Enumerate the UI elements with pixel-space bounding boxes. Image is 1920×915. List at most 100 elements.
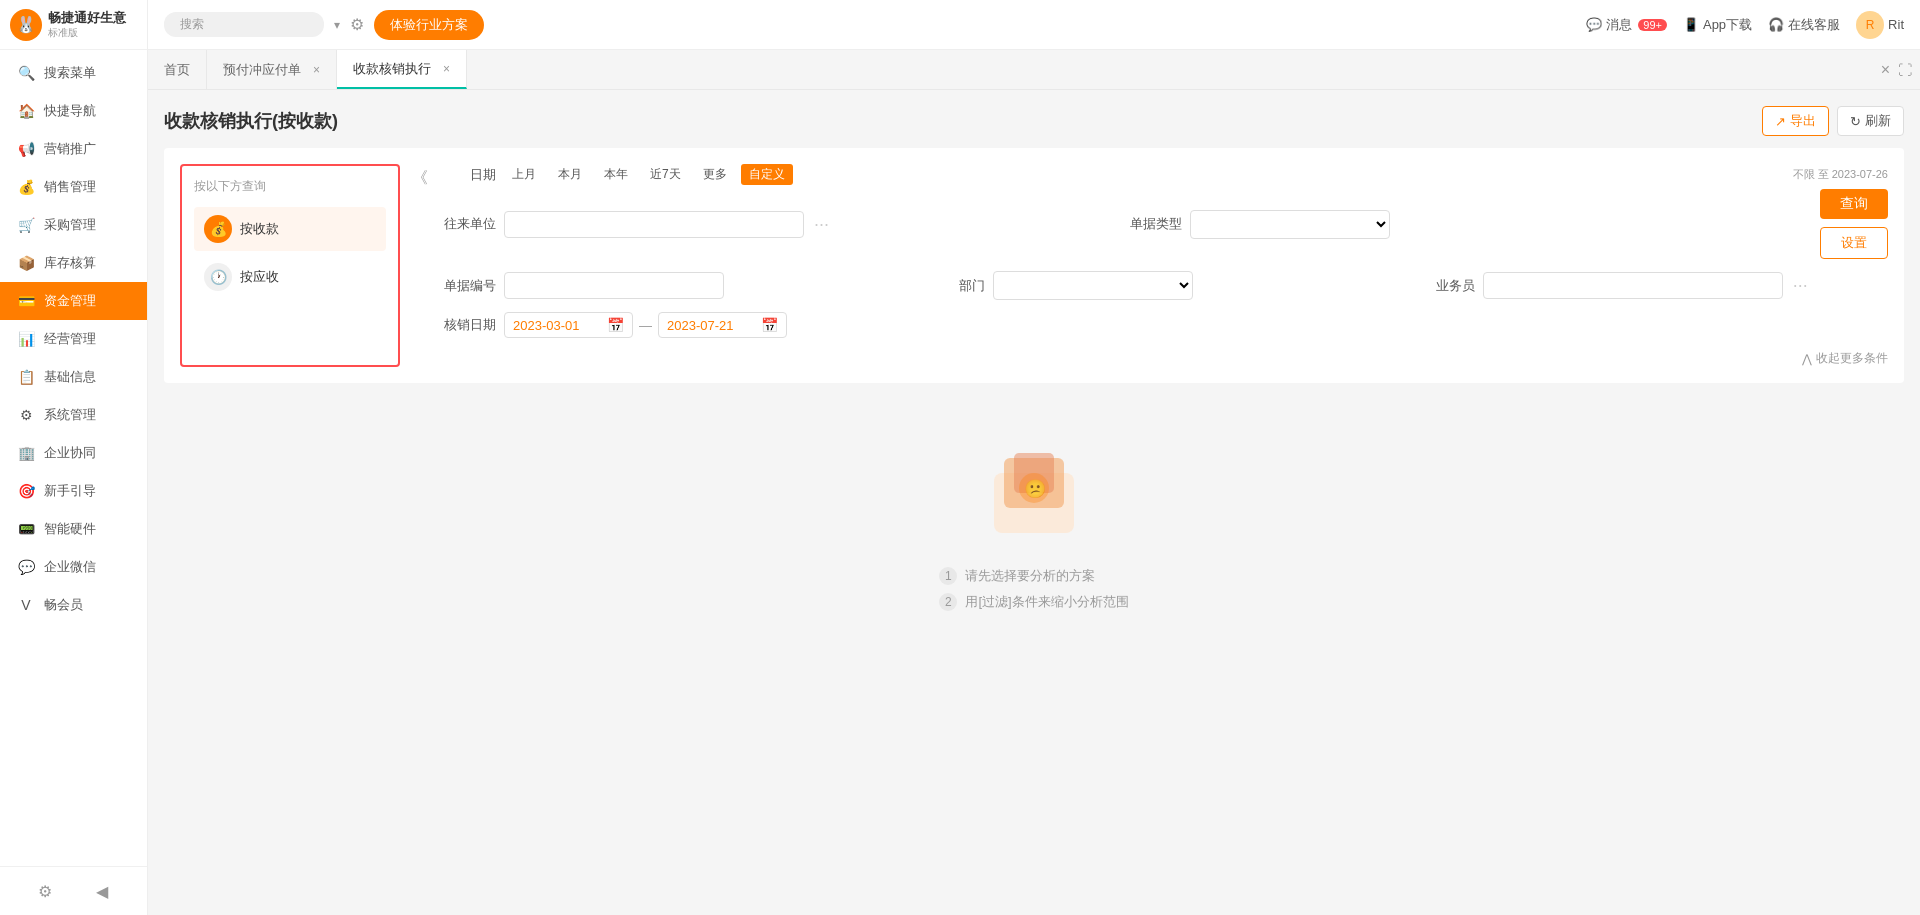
tab-receipts[interactable]: 收款核销执行 × <box>337 50 467 89</box>
tab-receipts-close[interactable]: × <box>443 62 450 76</box>
dept-select[interactable] <box>993 271 1193 300</box>
sidebar-item-purchase[interactable]: 🛒 采购管理 <box>0 206 147 244</box>
page-actions: ↗ 导出 ↻ 刷新 <box>1762 106 1904 136</box>
system-icon: ⚙ <box>16 407 36 423</box>
tab-home[interactable]: 首页 <box>148 50 207 89</box>
docnum-input[interactable] <box>504 272 724 299</box>
verify-date-start-input[interactable] <box>513 318 603 333</box>
date-no-limit: 不限 至 2023-07-26 <box>1793 167 1888 182</box>
corp-icon: 🏢 <box>16 445 36 461</box>
topbar-right: 💬 消息 99+ 📱 App下载 🎧 在线客服 R Rit <box>1586 11 1904 39</box>
doctype-select[interactable] <box>1190 210 1390 239</box>
sidebar-item-operation[interactable]: 📊 经营管理 <box>0 320 147 358</box>
sidebar-item-basic[interactable]: 📋 基础信息 <box>0 358 147 396</box>
sidebar-item-finance[interactable]: 💳 资金管理 <box>0 282 147 320</box>
filter-left-title: 按以下方查询 <box>194 178 386 195</box>
online-service-item[interactable]: 🎧 在线客服 <box>1768 16 1840 34</box>
date-btn-custom[interactable]: 自定义 <box>741 164 793 185</box>
message-item[interactable]: 💬 消息 99+ <box>1586 16 1667 34</box>
filter-area: 按以下方查询 💰 按收款 🕐 按应收 《 日期 <box>164 148 1904 383</box>
sidebar-item-search[interactable]: 🔍 搜索菜单 <box>0 54 147 92</box>
tab-prepay-close[interactable]: × <box>313 63 320 77</box>
topbar-dropdown[interactable]: ▾ <box>334 18 340 32</box>
industry-btn[interactable]: 体验行业方案 <box>374 10 484 40</box>
filter-option-receipt[interactable]: 💰 按收款 <box>194 207 386 251</box>
verify-date-end-wrap: 📅 <box>658 312 787 338</box>
date-group: 上月 本月 本年 近7天 更多 自定义 <box>504 164 793 185</box>
filter-row-docnum-dept-staff: 单据编号 部门 业务员 ··· <box>436 271 1888 300</box>
sidebar-item-hardware[interactable]: 📟 智能硬件 <box>0 510 147 548</box>
filter-collapse-btn[interactable]: 《 <box>412 164 436 367</box>
marketing-icon: 📢 <box>16 141 36 157</box>
inventory-icon: 📦 <box>16 255 36 271</box>
main-area: 搜索 ▾ ⚙ 体验行业方案 💬 消息 99+ 📱 App下载 🎧 在线客服 R … <box>148 0 1920 915</box>
verify-date-end-cal-icon[interactable]: 📅 <box>761 317 778 333</box>
empty-illustration: 😕 <box>974 443 1094 543</box>
setting-button[interactable]: 设置 <box>1820 227 1888 259</box>
empty-tip-row-2: 2 用[过滤]条件来缩小分析范围 <box>939 589 1128 615</box>
date-btn-thismonth[interactable]: 本月 <box>550 164 590 185</box>
verify-date-start-cal-icon[interactable]: 📅 <box>607 317 624 333</box>
refresh-button[interactable]: ↻ 刷新 <box>1837 106 1904 136</box>
svg-text:😕: 😕 <box>1024 478 1047 500</box>
topbar-left: 搜索 ▾ ⚙ 体验行业方案 <box>164 10 484 40</box>
date-btn-thisyear[interactable]: 本年 <box>596 164 636 185</box>
partner-dots-btn[interactable]: ··· <box>814 214 829 235</box>
doctype-label: 单据类型 <box>1122 215 1182 233</box>
empty-tips: 1 请先选择要分析的方案 2 用[过滤]条件来缩小分析范围 <box>939 563 1128 615</box>
filter-option-receivable[interactable]: 🕐 按应收 <box>194 255 386 299</box>
sidebar-item-wechat[interactable]: 💬 企业微信 <box>0 548 147 586</box>
sidebar-item-quicknav[interactable]: 🏠 快捷导航 <box>0 92 147 130</box>
app-download-item[interactable]: 📱 App下载 <box>1683 16 1752 34</box>
empty-state: 😕 1 请先选择要分析的方案 2 用[过滤]条件来缩小分析范围 <box>164 383 1904 675</box>
dept-field: 部门 <box>925 271 1398 300</box>
filter-left-panel: 按以下方查询 💰 按收款 🕐 按应收 <box>180 164 400 367</box>
sidebar-item-marketing[interactable]: 📢 营销推广 <box>0 130 147 168</box>
purchase-icon: 🛒 <box>16 217 36 233</box>
verify-date-end-input[interactable] <box>667 318 757 333</box>
window-close-icon[interactable]: × <box>1881 61 1890 79</box>
date-label: 日期 <box>436 166 496 184</box>
tabs-actions: × ⛶ <box>1881 50 1920 89</box>
settings-icon[interactable]: ⚙ <box>31 877 59 905</box>
date-btn-more[interactable]: 更多 <box>695 164 735 185</box>
user-avatar[interactable]: R Rit <box>1856 11 1904 39</box>
query-button[interactable]: 查询 <box>1820 189 1888 219</box>
staff-label: 业务员 <box>1415 277 1475 295</box>
export-button[interactable]: ↗ 导出 <box>1762 106 1829 136</box>
partner-field: 往来单位 ··· <box>436 211 1106 238</box>
empty-tip-row-1: 1 请先选择要分析的方案 <box>939 563 1128 589</box>
logo-icon: 🐰 <box>10 9 42 41</box>
staff-input[interactable] <box>1483 272 1783 299</box>
staff-dots-btn[interactable]: ··· <box>1793 275 1808 296</box>
doctype-field: 单据类型 <box>1122 210 1792 239</box>
topbar-search-display: 搜索 <box>164 12 324 37</box>
guide-icon: 🎯 <box>16 483 36 499</box>
date-btn-lastmonth[interactable]: 上月 <box>504 164 544 185</box>
topbar-gear-icon[interactable]: ⚙ <box>350 15 364 34</box>
export-icon: ↗ <box>1775 114 1786 129</box>
sidebar-item-inventory[interactable]: 📦 库存核算 <box>0 244 147 282</box>
search-icon: 🔍 <box>16 65 36 81</box>
home-icon: 🏠 <box>16 103 36 119</box>
logo-text: 畅捷通好生意 标准版 <box>48 10 126 40</box>
sidebar-item-system[interactable]: ⚙ 系统管理 <box>0 396 147 434</box>
avatar: R <box>1856 11 1884 39</box>
partner-input[interactable] <box>504 211 804 238</box>
date-separator: — <box>639 318 652 333</box>
sidebar-item-corp[interactable]: 🏢 企业协同 <box>0 434 147 472</box>
sidebar-item-guide[interactable]: 🎯 新手引导 <box>0 472 147 510</box>
docnum-field: 单据编号 <box>436 272 909 299</box>
collapse-sidebar-icon[interactable]: ◀ <box>88 877 116 905</box>
verifydate-label: 核销日期 <box>436 316 496 334</box>
sidebar-item-sales[interactable]: 💰 销售管理 <box>0 168 147 206</box>
wechat-icon: 💬 <box>16 559 36 575</box>
collapse-more-btn[interactable]: ⋀ 收起更多条件 <box>1802 350 1888 367</box>
sidebar-item-member[interactable]: V 畅会员 <box>0 586 147 624</box>
sidebar-bottom: ⚙ ◀ <box>0 866 147 915</box>
finance-icon: 💳 <box>16 293 36 309</box>
tab-prepay[interactable]: 预付冲应付单 × <box>207 50 337 89</box>
date-btn-7days[interactable]: 近7天 <box>642 164 689 185</box>
window-expand-icon[interactable]: ⛶ <box>1898 62 1912 78</box>
verify-date-range: 📅 — 📅 <box>504 312 787 338</box>
